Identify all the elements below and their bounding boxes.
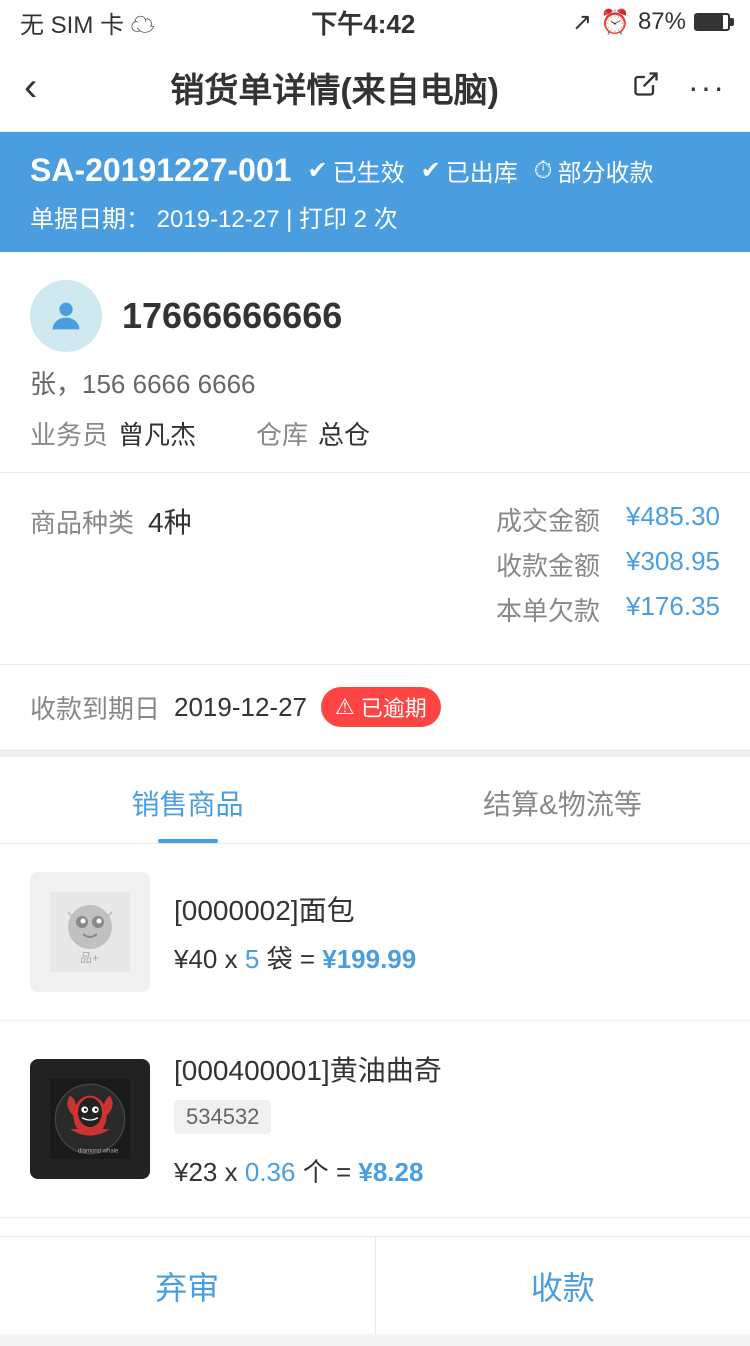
- deal-amount-row: 成交金额 ¥485.30: [496, 501, 720, 538]
- due-date: 2019-12-27: [174, 692, 307, 723]
- product-info-1: [0000002]面包 ¥40 x 5 袋 = ¥199.99: [174, 889, 720, 976]
- warehouse-field: 仓库 总仓: [256, 415, 370, 452]
- customer-section: 17666666666 张，156 6666 6666 业务员 曾凡杰 仓库 总…: [0, 252, 750, 473]
- print-info: | 打印 2 次: [286, 206, 398, 233]
- date-label: 单据日期：: [30, 206, 150, 233]
- product-qty-1: 5: [245, 944, 259, 974]
- svg-text:品+: 品+: [80, 951, 99, 965]
- battery-status: 87%: [638, 8, 686, 36]
- status-shipped: ✔ 已出库: [421, 153, 518, 188]
- warehouse-value: 总仓: [318, 415, 370, 452]
- collected-value: ¥308.95: [620, 546, 720, 583]
- collected-row: 收款金额 ¥308.95: [496, 546, 720, 583]
- deal-amount-value: ¥485.30: [620, 501, 720, 538]
- product-total-2: ¥8.28: [358, 1157, 423, 1187]
- order-date-row: 单据日期： 2019-12-27 | 打印 2 次: [30, 199, 720, 234]
- status-time: 下午4:42: [311, 4, 415, 41]
- check-icon-1: ✔: [308, 156, 328, 185]
- tabs-section: 销售商品 结算&物流等: [0, 757, 750, 844]
- overdue-text: 已逾期: [361, 691, 427, 723]
- overdue-icon: ⚠: [335, 694, 355, 720]
- check-icon-2: ✔: [421, 156, 441, 185]
- more-icon[interactable]: ···: [688, 69, 726, 106]
- category-row: 商品种类 4种: [30, 501, 192, 541]
- battery-icon: [694, 13, 730, 31]
- warehouse-label: 仓库: [256, 415, 308, 452]
- status-bar: 无 SIM 卡 ☁ 下午4:42 ↗ ⏰ 87%: [0, 0, 750, 44]
- deal-amount-label: 成交金额: [496, 501, 600, 538]
- sim-status: 无 SIM 卡 ☁: [20, 5, 155, 40]
- product-sku-2: 534532: [174, 1100, 271, 1134]
- summary-section: 商品种类 4种 成交金额 ¥485.30 收款金额 ¥308.95 本单欠款 ¥…: [0, 473, 750, 665]
- tab-settlement[interactable]: 结算&物流等: [375, 757, 750, 843]
- owed-label: 本单欠款: [496, 591, 600, 628]
- page-title: 销货单详情(来自电脑): [170, 63, 499, 112]
- order-date: 2019-12-27: [157, 206, 280, 233]
- summary-left: 商品种类 4种: [30, 501, 192, 636]
- back-button[interactable]: ‹: [24, 65, 37, 110]
- status-right: ↗ ⏰ 87%: [572, 8, 730, 37]
- product-image-2: diamond whale: [30, 1059, 150, 1179]
- salesperson-field: 业务员 曾凡杰: [30, 415, 196, 452]
- product-qty-2: 0.36: [245, 1157, 296, 1187]
- overdue-badge: ⚠ 已逾期: [321, 687, 441, 727]
- summary-right: 成交金额 ¥485.30 收款金额 ¥308.95 本单欠款 ¥176.35: [496, 501, 720, 636]
- status-left: 无 SIM 卡 ☁: [20, 5, 155, 40]
- product-image-1: 品+: [30, 872, 150, 992]
- svg-text:diamond whale: diamond whale: [78, 1148, 119, 1154]
- bottom-bar: 弃审 收款: [0, 1236, 750, 1334]
- category-value: 4种: [148, 501, 192, 541]
- product-price-2: ¥23 x 0.36 个 = ¥8.28: [174, 1152, 720, 1189]
- status-partial: ⏱ 部分收款: [534, 153, 654, 188]
- owed-row: 本单欠款 ¥176.35: [496, 591, 720, 628]
- customer-meta: 业务员 曾凡杰 仓库 总仓: [30, 415, 720, 452]
- alarm-icon: ⏰: [600, 8, 630, 37]
- location-icon: ↗: [572, 8, 592, 37]
- order-id: SA-20191227-001: [30, 152, 292, 189]
- due-label: 收款到期日: [30, 689, 160, 726]
- collected-label: 收款金额: [496, 546, 600, 583]
- product-name-2: [000400001]黄油曲奇: [174, 1049, 720, 1089]
- clock-icon: ⏱: [534, 157, 553, 185]
- salesperson-label: 业务员: [30, 415, 108, 452]
- share-icon[interactable]: [632, 68, 660, 107]
- product-info-2: [000400001]黄油曲奇 534532 ¥23 x 0.36 个 = ¥8…: [174, 1049, 720, 1189]
- status-effective: ✔ 已生效: [308, 153, 405, 188]
- due-section: 收款到期日 2019-12-27 ⚠ 已逾期: [0, 665, 750, 757]
- category-label: 商品种类: [30, 503, 134, 540]
- order-header: SA-20191227-001 ✔ 已生效 ✔ 已出库 ⏱ 部分收款 单据日期：…: [0, 132, 750, 252]
- tab-products[interactable]: 销售商品: [0, 757, 375, 843]
- nav-bar: ‹ 销货单详情(来自电脑) ···: [0, 44, 750, 132]
- list-item: 品+ [0000002]面包 ¥40 x 5 袋 = ¥199.99: [0, 844, 750, 1021]
- product-name-1: [0000002]面包: [174, 889, 720, 929]
- avatar: [30, 280, 102, 352]
- customer-phone: 17666666666: [122, 295, 342, 337]
- nav-actions: ···: [632, 68, 726, 107]
- products-section: 品+ [0000002]面包 ¥40 x 5 袋 = ¥199.99: [0, 844, 750, 1248]
- product-price-1: ¥40 x 5 袋 = ¥199.99: [174, 939, 720, 976]
- salesperson-value: 曾凡杰: [118, 415, 196, 452]
- product-total-1: ¥199.99: [322, 944, 416, 974]
- list-item: diamond whale [000400001]黄油曲奇 534532 ¥23…: [0, 1021, 750, 1218]
- owed-value: ¥176.35: [620, 591, 720, 628]
- collect-button[interactable]: 收款: [376, 1237, 750, 1334]
- reject-button[interactable]: 弃审: [0, 1237, 376, 1334]
- customer-sub: 张，156 6666 6666: [30, 364, 720, 401]
